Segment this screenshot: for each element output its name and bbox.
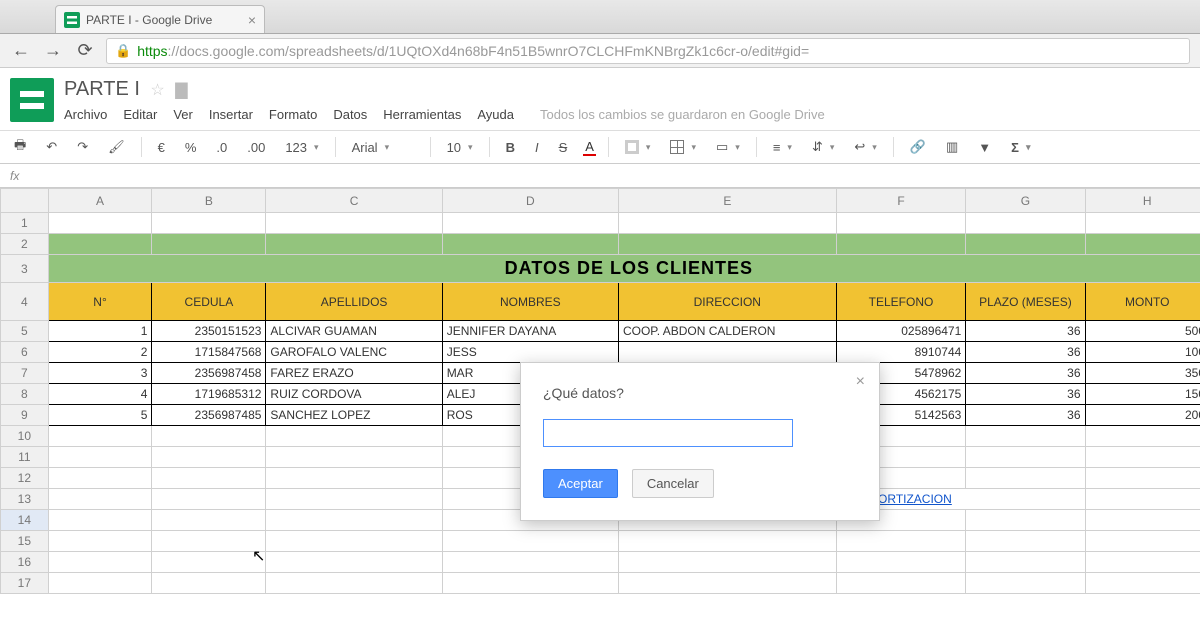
col-B[interactable]: B <box>152 189 266 213</box>
increase-decimal-button[interactable]: .00 <box>243 138 269 157</box>
font-select[interactable]: Arial <box>348 138 418 157</box>
menu-archivo[interactable]: Archivo <box>64 107 107 122</box>
sheets-favicon <box>64 12 80 28</box>
hdr-plazo: PLAZO (MESES) <box>966 283 1085 321</box>
format-toolbar: 🖶 ↶ ↷ 🖌 € % .0 .00 123 Arial 10 B I S A … <box>0 130 1200 164</box>
col-F[interactable]: F <box>836 189 966 213</box>
forward-button[interactable]: → <box>42 40 64 62</box>
hdr-monto: MONTO <box>1085 283 1200 321</box>
bold-button[interactable]: B <box>502 138 519 157</box>
dialog-input[interactable] <box>543 419 793 447</box>
hdr-telefono: TELEFONO <box>836 283 966 321</box>
col-G[interactable]: G <box>966 189 1085 213</box>
fill-color-button[interactable] <box>621 138 655 156</box>
formula-bar[interactable]: fx <box>0 164 1200 188</box>
folder-icon[interactable]: ▇ <box>175 82 187 99</box>
table-title: DATOS DE LOS CLIENTES <box>48 255 1200 283</box>
paint-format-icon[interactable]: 🖌 <box>104 137 129 157</box>
functions-button[interactable]: Σ <box>1007 138 1034 157</box>
hdr-apellidos: APELLIDOS <box>266 283 442 321</box>
url-scheme: https <box>137 43 167 59</box>
accept-button[interactable]: Aceptar <box>543 469 618 498</box>
text-color-button[interactable]: A <box>583 139 596 156</box>
back-button[interactable]: ← <box>10 40 32 62</box>
save-status: Todos los cambios se guardaron en Google… <box>540 107 825 122</box>
strikethrough-button[interactable]: S <box>555 138 572 157</box>
col-A[interactable]: A <box>48 189 152 213</box>
col-E[interactable]: E <box>618 189 836 213</box>
hdr-nombres: NOMBRES <box>442 283 618 321</box>
address-bar[interactable]: 🔒 https://docs.google.com/spreadsheets/d… <box>106 38 1190 64</box>
v-align-button[interactable]: ⇵ <box>808 137 838 157</box>
menu-formato[interactable]: Formato <box>269 107 317 122</box>
menu-ver[interactable]: Ver <box>173 107 193 122</box>
undo-icon[interactable]: ↶ <box>42 137 61 157</box>
filter-icon[interactable]: ▼ <box>974 138 995 157</box>
menu-editar[interactable]: Editar <box>123 107 157 122</box>
dialog-close-icon[interactable]: × <box>856 373 865 391</box>
select-all-corner[interactable] <box>1 189 49 213</box>
insert-link-icon[interactable]: 🔗 <box>906 137 930 157</box>
tab-title: PARTE I - Google Drive <box>86 13 212 27</box>
borders-button[interactable] <box>666 138 700 156</box>
hdr-direccion: DIRECCION <box>618 283 836 321</box>
menu-ayuda[interactable]: Ayuda <box>477 107 514 122</box>
hdr-cedula: CEDULA <box>152 283 266 321</box>
col-C[interactable]: C <box>266 189 442 213</box>
column-headers[interactable]: A B C D E F G H <box>1 189 1200 213</box>
percent-button[interactable]: % <box>181 138 201 157</box>
prompt-dialog: × ¿Qué datos? Aceptar Cancelar <box>520 362 880 521</box>
font-size-select[interactable]: 10 <box>443 138 477 157</box>
print-icon[interactable]: 🖶 <box>10 134 30 160</box>
cancel-button[interactable]: Cancelar <box>632 469 714 498</box>
fx-label: fx <box>10 169 19 183</box>
menu-datos[interactable]: Datos <box>333 107 367 122</box>
browser-toolbar: ← → ⟳ 🔒 https://docs.google.com/spreadsh… <box>0 34 1200 68</box>
col-D[interactable]: D <box>442 189 618 213</box>
browser-tab[interactable]: PARTE I - Google Drive × <box>55 5 265 33</box>
menu-insertar[interactable]: Insertar <box>209 107 253 122</box>
col-H[interactable]: H <box>1085 189 1200 213</box>
menu-herramientas[interactable]: Herramientas <box>383 107 461 122</box>
menu-bar: Archivo Editar Ver Insertar Formato Dato… <box>64 107 825 122</box>
hdr-n: N° <box>48 283 152 321</box>
decrease-decimal-button[interactable]: .0 <box>212 138 231 157</box>
reload-button[interactable]: ⟳ <box>74 40 96 62</box>
merge-button[interactable]: ▭ <box>712 137 744 157</box>
number-format-button[interactable]: 123 <box>281 138 322 157</box>
dialog-title: ¿Qué datos? <box>543 385 857 401</box>
browser-tab-bar: PARTE I - Google Drive × <box>0 0 1200 34</box>
star-icon[interactable]: ☆ <box>150 82 164 99</box>
insert-chart-icon[interactable]: ▥ <box>942 137 962 157</box>
h-align-button[interactable]: ≡ <box>769 138 796 157</box>
currency-button[interactable]: € <box>154 138 169 157</box>
wrap-button[interactable]: ↩ <box>850 137 880 157</box>
lock-icon: 🔒 <box>115 43 131 59</box>
app-header: PARTE I ☆ ▇ Archivo Editar Ver Insertar … <box>0 68 1200 122</box>
italic-button[interactable]: I <box>531 138 543 157</box>
url-rest: ://docs.google.com/spreadsheets/d/1UQtOX… <box>168 43 810 59</box>
document-title[interactable]: PARTE I <box>64 78 140 100</box>
redo-icon[interactable]: ↷ <box>73 137 92 157</box>
sheets-logo-icon[interactable] <box>10 78 54 122</box>
close-tab-icon[interactable]: × <box>248 12 256 28</box>
